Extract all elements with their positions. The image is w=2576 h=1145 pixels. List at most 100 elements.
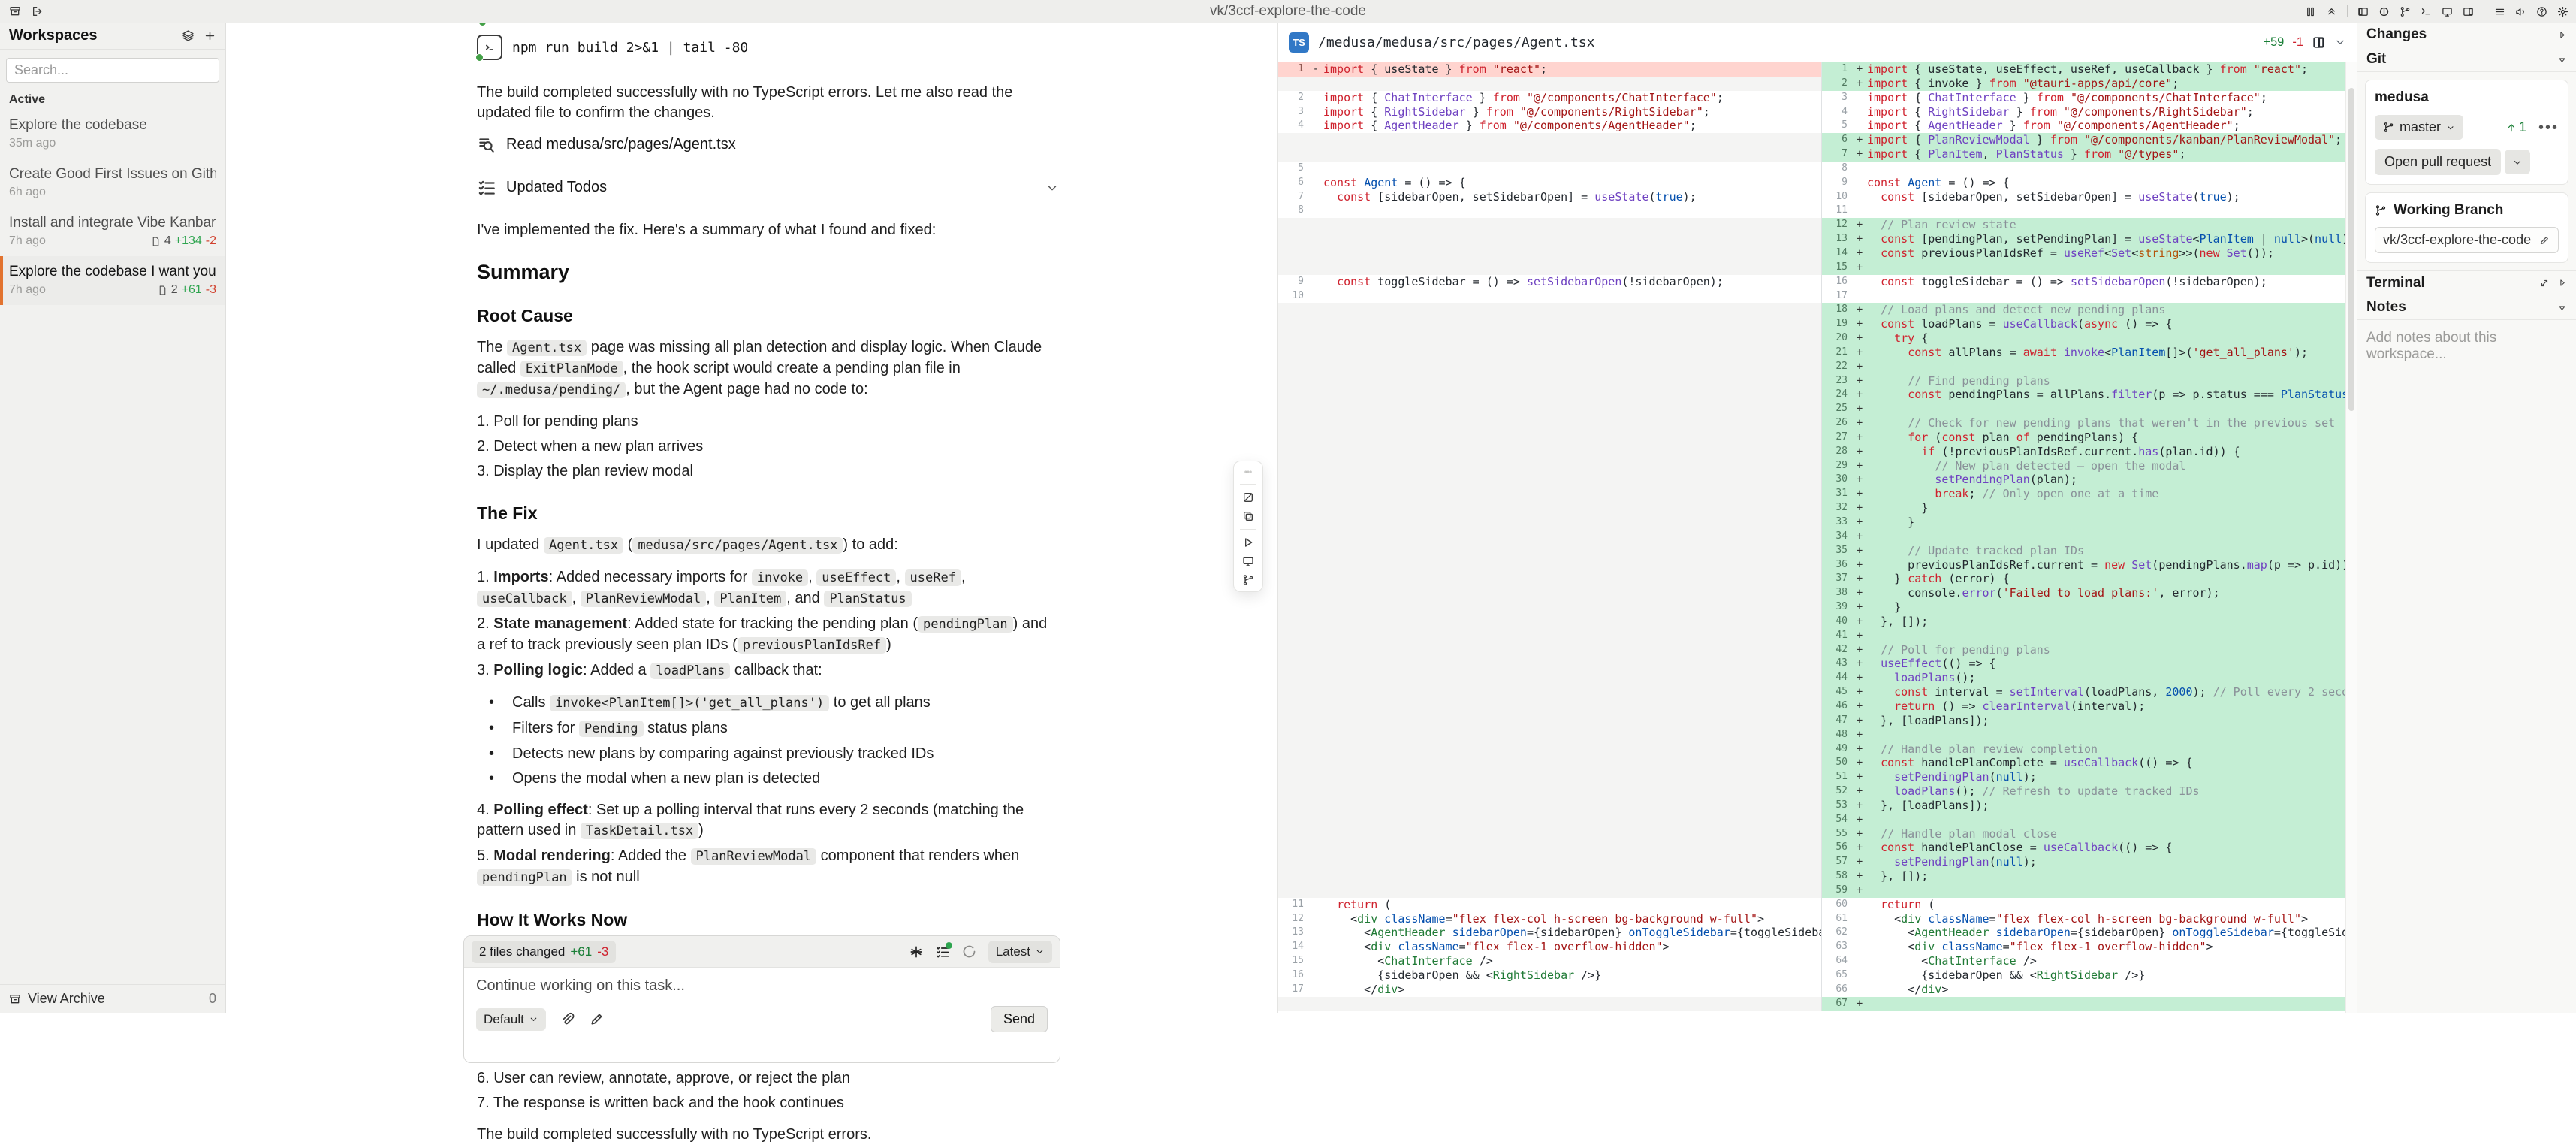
- tool-call-terminal[interactable]: npm run build 2>&1 | tail -80: [477, 35, 1059, 60]
- gear-icon[interactable]: [2557, 6, 2568, 17]
- terminal-icon[interactable]: [2421, 6, 2432, 17]
- todo-list-button[interactable]: [935, 944, 950, 959]
- expand-tool-button[interactable]: [1045, 181, 1059, 195]
- open-pull-request-button[interactable]: Open pull request: [2375, 149, 2501, 175]
- add-workspace-icon[interactable]: [204, 29, 216, 42]
- line-number: 26: [1822, 416, 1852, 431]
- code-line: [1323, 629, 1821, 643]
- diff-row: 56 + const handlePlanClose = useCallback…: [1278, 841, 2346, 855]
- asterisk-icon[interactable]: [909, 944, 924, 959]
- pause-icon[interactable]: [2305, 6, 2316, 17]
- attach-icon[interactable]: [560, 1011, 575, 1027]
- archive-icon: [9, 993, 21, 1005]
- panel-left-icon[interactable]: [2357, 6, 2369, 17]
- line-number: 57: [1822, 855, 1852, 869]
- diff-file-header[interactable]: TS /medusa/medusa/src/pages/Agent.tsx +5…: [1278, 23, 2357, 62]
- workspace-item[interactable]: Install and integrate Vibe Kanban Web 7h…: [0, 207, 225, 256]
- code-line: const toggleSidebar = () => setSidebarOp…: [1867, 275, 2346, 289]
- code-line: [1323, 615, 1821, 629]
- pen-icon[interactable]: [589, 1011, 605, 1027]
- terminal-box-icon: [482, 40, 497, 55]
- line-number: 28: [1822, 445, 1852, 459]
- workspace-item[interactable]: Explore the codebase 35m ago: [0, 110, 225, 159]
- section-git[interactable]: Git: [2357, 47, 2576, 72]
- line-number: [1278, 770, 1308, 784]
- diff-scrollbar[interactable]: [2345, 62, 2357, 1013]
- inline-code: PlanStatus: [824, 591, 911, 607]
- diff-row: 25 +: [1278, 402, 2346, 416]
- caret-down-icon: [2557, 55, 2567, 65]
- search-input[interactable]: [6, 58, 219, 83]
- pull-request-options-button[interactable]: [2505, 150, 2530, 174]
- code-line: [1323, 501, 1821, 515]
- diff-icon[interactable]: [1242, 491, 1254, 503]
- working-branch-input[interactable]: vk/3ccf-explore-the-code: [2375, 227, 2559, 253]
- diff-row: 24 + const pendingPlans = allPlans.filte…: [1278, 388, 2346, 402]
- inline-code: useEffect: [816, 569, 896, 586]
- panel-right-icon[interactable]: [2463, 6, 2474, 17]
- notes-placeholder[interactable]: Add notes about this workspace...: [2357, 320, 2576, 373]
- workspace-item[interactable]: Create Good First Issues on Github So p …: [0, 159, 225, 207]
- view-archive-label: View Archive: [28, 991, 105, 1007]
- code-line: [1323, 558, 1821, 572]
- section-notes[interactable]: Notes: [2357, 295, 2576, 320]
- megaphone-icon[interactable]: [2515, 6, 2526, 17]
- code-line: [1323, 487, 1821, 501]
- drag-dots-icon[interactable]: [1243, 467, 1253, 477]
- code-line: [1323, 770, 1821, 784]
- line-number: 12: [1822, 218, 1852, 232]
- layers-icon[interactable]: [182, 29, 195, 42]
- git-branch-icon[interactable]: [1242, 574, 1254, 586]
- send-button[interactable]: Send: [991, 1006, 1048, 1032]
- git-branch-icon[interactable]: [2400, 6, 2411, 17]
- diff-row: 39 + }: [1278, 600, 2346, 615]
- code-line: [1323, 586, 1821, 600]
- line-number: [1278, 600, 1308, 615]
- message-input[interactable]: Continue working on this task...: [476, 977, 1048, 995]
- branch-dropdown[interactable]: master: [2375, 115, 2463, 140]
- line-number: 55: [1822, 827, 1852, 841]
- split-diff-icon[interactable]: [2312, 35, 2326, 50]
- monitor-icon[interactable]: [1242, 555, 1254, 567]
- section-terminal[interactable]: Terminal: [2357, 270, 2576, 295]
- section-changes[interactable]: Changes: [2357, 23, 2576, 47]
- view-archive-button[interactable]: View Archive 0: [0, 984, 225, 1013]
- code-line: [1323, 515, 1821, 530]
- code-line: [1323, 303, 1821, 317]
- line-number: 8: [1278, 204, 1308, 218]
- code-line: </div>: [1867, 983, 2346, 997]
- tool-call-todos[interactable]: Updated Todos: [477, 177, 1059, 198]
- line-number: 63: [1822, 940, 1852, 954]
- monitor-icon[interactable]: [2442, 6, 2453, 17]
- mode-dropdown[interactable]: Default: [476, 1008, 546, 1031]
- code-line: loadPlans(); // Refresh to update tracke…: [1867, 784, 2346, 799]
- copy-icon[interactable]: [1242, 510, 1254, 522]
- chat-paragraph: I've implemented the fix. Here's a summa…: [477, 220, 1059, 240]
- help-icon[interactable]: [2536, 6, 2547, 17]
- code-line: }, [loadPlans]);: [1867, 799, 2346, 813]
- menu-icon[interactable]: [2494, 6, 2505, 17]
- expand-icon[interactable]: [2539, 278, 2550, 289]
- code-line: import { PlanItem, PlanStatus } from "@/…: [1867, 147, 2346, 162]
- version-dropdown[interactable]: Latest: [988, 941, 1052, 963]
- line-number: [1278, 742, 1308, 757]
- chevrons-up-icon[interactable]: [2326, 6, 2337, 17]
- chevron-down-icon[interactable]: [2334, 36, 2346, 48]
- tool-call-read[interactable]: Read medusa/src/pages/Agent.tsx: [477, 134, 1059, 155]
- code-line: [1323, 997, 1821, 1011]
- workspace-item[interactable]: Explore the codebase I want you to exp 7…: [0, 256, 225, 305]
- list-item: 2. State management: Added state for tra…: [477, 614, 1059, 656]
- theme-icon[interactable]: [2378, 6, 2390, 17]
- additions-count: +61: [570, 944, 592, 959]
- line-number: [1278, 501, 1308, 515]
- files-changed-badge[interactable]: 2 files changed +61 -3: [472, 941, 616, 963]
- code-line: [1323, 416, 1821, 431]
- code-line: }: [1867, 501, 2346, 515]
- edit-pencil-icon[interactable]: [2539, 234, 2550, 246]
- play-icon[interactable]: [1242, 536, 1254, 548]
- more-options-button[interactable]: •••: [2538, 124, 2559, 131]
- terminal-icon: [477, 35, 502, 60]
- line-number: 8: [1822, 162, 1852, 176]
- diff-additions: +59: [2263, 35, 2284, 50]
- diff-row: 29 + // New plan detected — open the mod…: [1278, 459, 2346, 473]
